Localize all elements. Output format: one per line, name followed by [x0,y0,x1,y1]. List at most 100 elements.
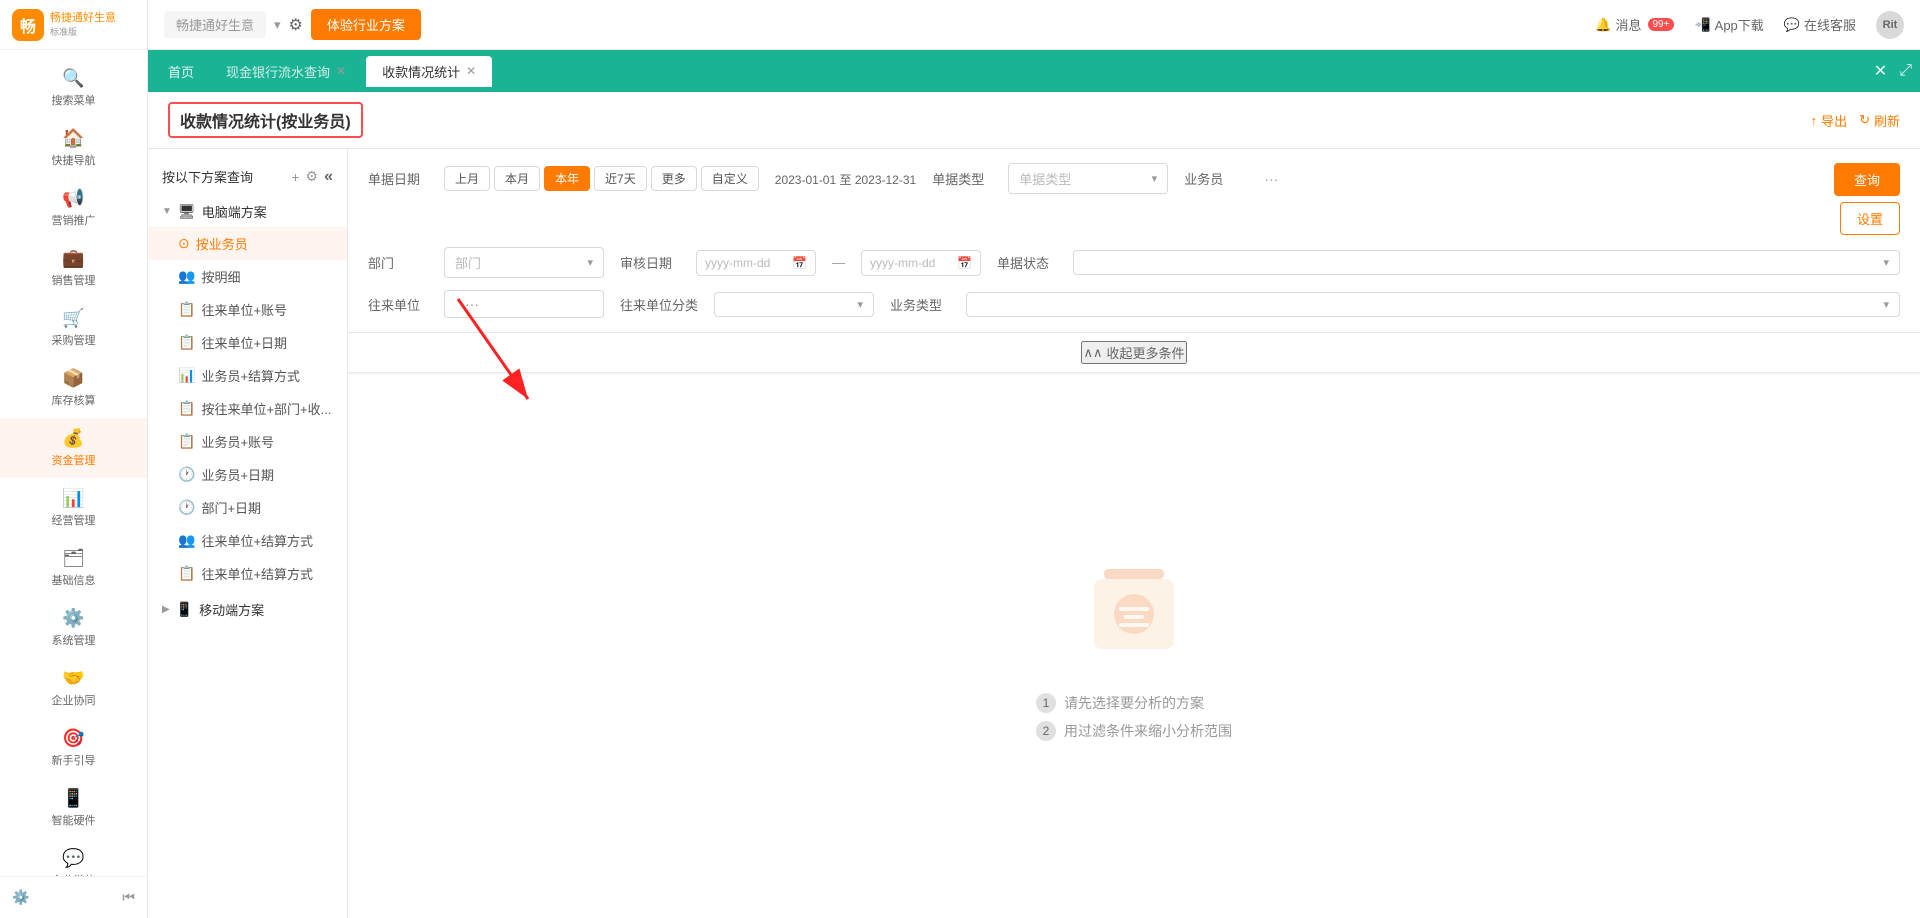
collapse-conditions-btn[interactable]: ∧∧ 收起更多条件 [1081,341,1186,364]
date-more[interactable]: 更多 [651,166,697,191]
partner-settlement2-icon: 📋 [178,565,195,582]
sidebar-item-system[interactable]: ⚙️ 系统管理 [0,598,147,658]
tree-item-label: 业务员+日期 [201,465,274,484]
system-icon: ⚙️ [62,608,84,629]
sidebar-item-wechat[interactable]: 💬 企业微信 [0,838,147,876]
partner-date-icon: 📋 [178,334,195,351]
sidebar-item-label: 基础信息 [52,572,96,588]
dept-select[interactable]: 部门 ▾ [444,247,604,278]
review-date-to[interactable]: yyyy-mm-dd 📅 [861,250,981,276]
basic-info-icon: 🗂 [62,548,85,569]
date-separator: — [832,255,845,270]
tree-item-by-salesman[interactable]: ⊙ 按业务员 [148,227,347,260]
header-brand: 畅捷通好生意 [164,11,266,38]
sidebar-item-operation[interactable]: 📊 经营管理 [0,478,147,538]
tree-item-partner-dept[interactable]: 📋 按往来单位+部门+收... [148,392,347,425]
header-dropdown-icon[interactable]: ▾ [274,17,281,33]
sidebar-item-sales[interactable]: 💼 销售管理 [0,238,147,298]
tree-expand-arrow: ▼ [162,206,172,217]
avatar[interactable]: Rit [1876,11,1904,39]
partner-category-select[interactable]: ▾ [714,292,874,317]
purchase-icon: 🛒 [62,308,84,329]
date-this-year[interactable]: 本年 [544,166,590,191]
tree-item-by-detail[interactable]: 👥 按明细 [148,260,347,293]
sidebar-item-basic-info[interactable]: 🗂 基础信息 [0,538,147,598]
sidebar-item-inventory[interactable]: 📦 库存核算 [0,358,147,418]
review-date-from-value: yyyy-mm-dd [705,256,770,270]
filter-settings-button[interactable]: 设置 [1840,202,1900,235]
tree-item-label: 业务员+账号 [201,432,274,451]
business-type-select[interactable]: ▾ [966,292,1900,317]
partner-dots-btn[interactable]: ··· [461,296,483,312]
review-date-from[interactable]: yyyy-mm-dd 📅 [696,250,816,276]
collapse-panel-icon[interactable]: « [324,168,333,186]
sidebar-item-label: 营销推广 [52,212,96,228]
footer-collapse-btn[interactable]: ⏮ [122,889,135,906]
date-this-month[interactable]: 本月 [494,166,540,191]
tree-item-partner-account[interactable]: 📋 往来单位+账号 [148,293,347,326]
salesman-dots-btn[interactable]: ··· [1260,171,1282,187]
partner-select[interactable]: ··· [444,290,604,318]
trial-button[interactable]: 体验行业方案 [311,9,421,40]
header-settings-icon[interactable]: ⚙ [289,15,303,35]
sidebar-item-marketing[interactable]: 📢 营销推广 [0,178,147,238]
search-menu-icon: 🔍 [62,68,84,89]
sidebar-item-finance[interactable]: 💰 资金管理 [0,418,147,478]
footer-settings-btn[interactable]: ⚙️ [12,889,29,906]
collapse-bar: ∧∧ 收起更多条件 [348,333,1920,373]
left-panel-header: 按以下方案查询 + ⚙ « [148,161,347,196]
tree-desktop-parent[interactable]: ▼ 🖥 电脑端方案 [148,196,347,227]
dept-chevron-icon: ▾ [587,256,593,269]
messages-btn[interactable]: 🔔 消息 99+ [1595,15,1674,34]
header-left: 畅捷通好生意 ▾ ⚙ 体验行业方案 [164,9,421,40]
tab-collection-stats[interactable]: 收款情况统计 ✕ [366,56,492,87]
export-button[interactable]: ↑ 导出 [1811,111,1848,130]
smart-hw-icon: 📱 [62,788,84,809]
date-last-month[interactable]: 上月 [444,166,490,191]
app-download-btn[interactable]: 📲 App下载 [1694,15,1763,34]
tab-maximize-icon[interactable]: ⤢ [1899,62,1912,80]
query-button[interactable]: 查询 [1834,163,1900,196]
sidebar-item-guide[interactable]: 🎯 新手引导 [0,718,147,778]
sidebar-item-purchase[interactable]: 🛒 采购管理 [0,298,147,358]
tree-item-salesman-settlement[interactable]: 📊 业务员+结算方式 [148,359,347,392]
tree-item-dept-date[interactable]: 🕐 部门+日期 [148,491,347,524]
add-scheme-btn[interactable]: + [291,169,299,185]
export-icon: ↑ [1811,113,1818,128]
sidebar-item-enterprise[interactable]: 🤝 企业协同 [0,658,147,718]
main-wrapper: 畅捷通好生意 ▾ ⚙ 体验行业方案 🔔 消息 99+ 📲 App下载 💬 在线客… [148,0,1920,918]
tree-item-salesman-date[interactable]: 🕐 业务员+日期 [148,458,347,491]
online-service-btn[interactable]: 💬 在线客服 [1784,15,1856,34]
tree-item-partner-date[interactable]: 📋 往来单位+日期 [148,326,347,359]
tree-item-salesman-account[interactable]: 📋 业务员+账号 [148,425,347,458]
sidebar-item-smart-hw[interactable]: 📱 智能硬件 [0,778,147,838]
tab-home[interactable]: 首页 [156,56,206,87]
sidebar-item-search-menu[interactable]: 🔍 搜索菜单 [0,58,147,118]
tree-item-label: 按往来单位+部门+收... [201,399,331,418]
tip-item-1: 1 请先选择要分析的方案 [1036,689,1232,717]
salesman-date-icon: 🕐 [178,466,195,483]
app-download-label: App下载 [1715,15,1764,34]
empty-illustration [1074,549,1194,669]
scheme-settings-icon[interactable]: ⚙ [306,168,319,185]
filter-area: 单据日期 上月 本月 本年 近7天 更多 自定义 [348,149,1920,333]
date-custom[interactable]: 自定义 [701,166,759,191]
partner-category-label: 往来单位分类 [620,295,698,314]
doc-status-chevron-icon: ▾ [1883,256,1889,269]
messages-label: 消息 [1615,15,1641,34]
sidebar-item-quick-nav[interactable]: 🏠 快捷导航 [0,118,147,178]
date-last-7days[interactable]: 近7天 [594,166,647,191]
tab-bank-flow-close-icon[interactable]: ✕ [336,64,346,78]
partner-category-chevron-icon: ▾ [857,298,863,311]
tab-collection-stats-close-icon[interactable]: ✕ [466,64,476,78]
tab-bank-flow[interactable]: 现金银行流水查询 ✕ [210,56,362,87]
tree-mobile-parent[interactable]: ▶ 📱 移动端方案 [148,594,347,625]
logo-text: 畅捷通好生意 [50,11,116,25]
tab-close-all-icon[interactable]: ✕ [1874,61,1887,81]
tree-item-partner-settlement1[interactable]: 👥 往来单位+结算方式 [148,524,347,557]
empty-state: 1 请先选择要分析的方案 2 用过滤条件来缩小分析范围 [348,375,1920,918]
doc-status-select[interactable]: ▾ [1073,250,1900,275]
refresh-button[interactable]: ↻ 刷新 [1859,111,1900,130]
doc-type-select[interactable]: 单据类型 ▾ [1008,163,1168,194]
tree-item-partner-settlement2[interactable]: 📋 往来单位+结算方式 [148,557,347,590]
